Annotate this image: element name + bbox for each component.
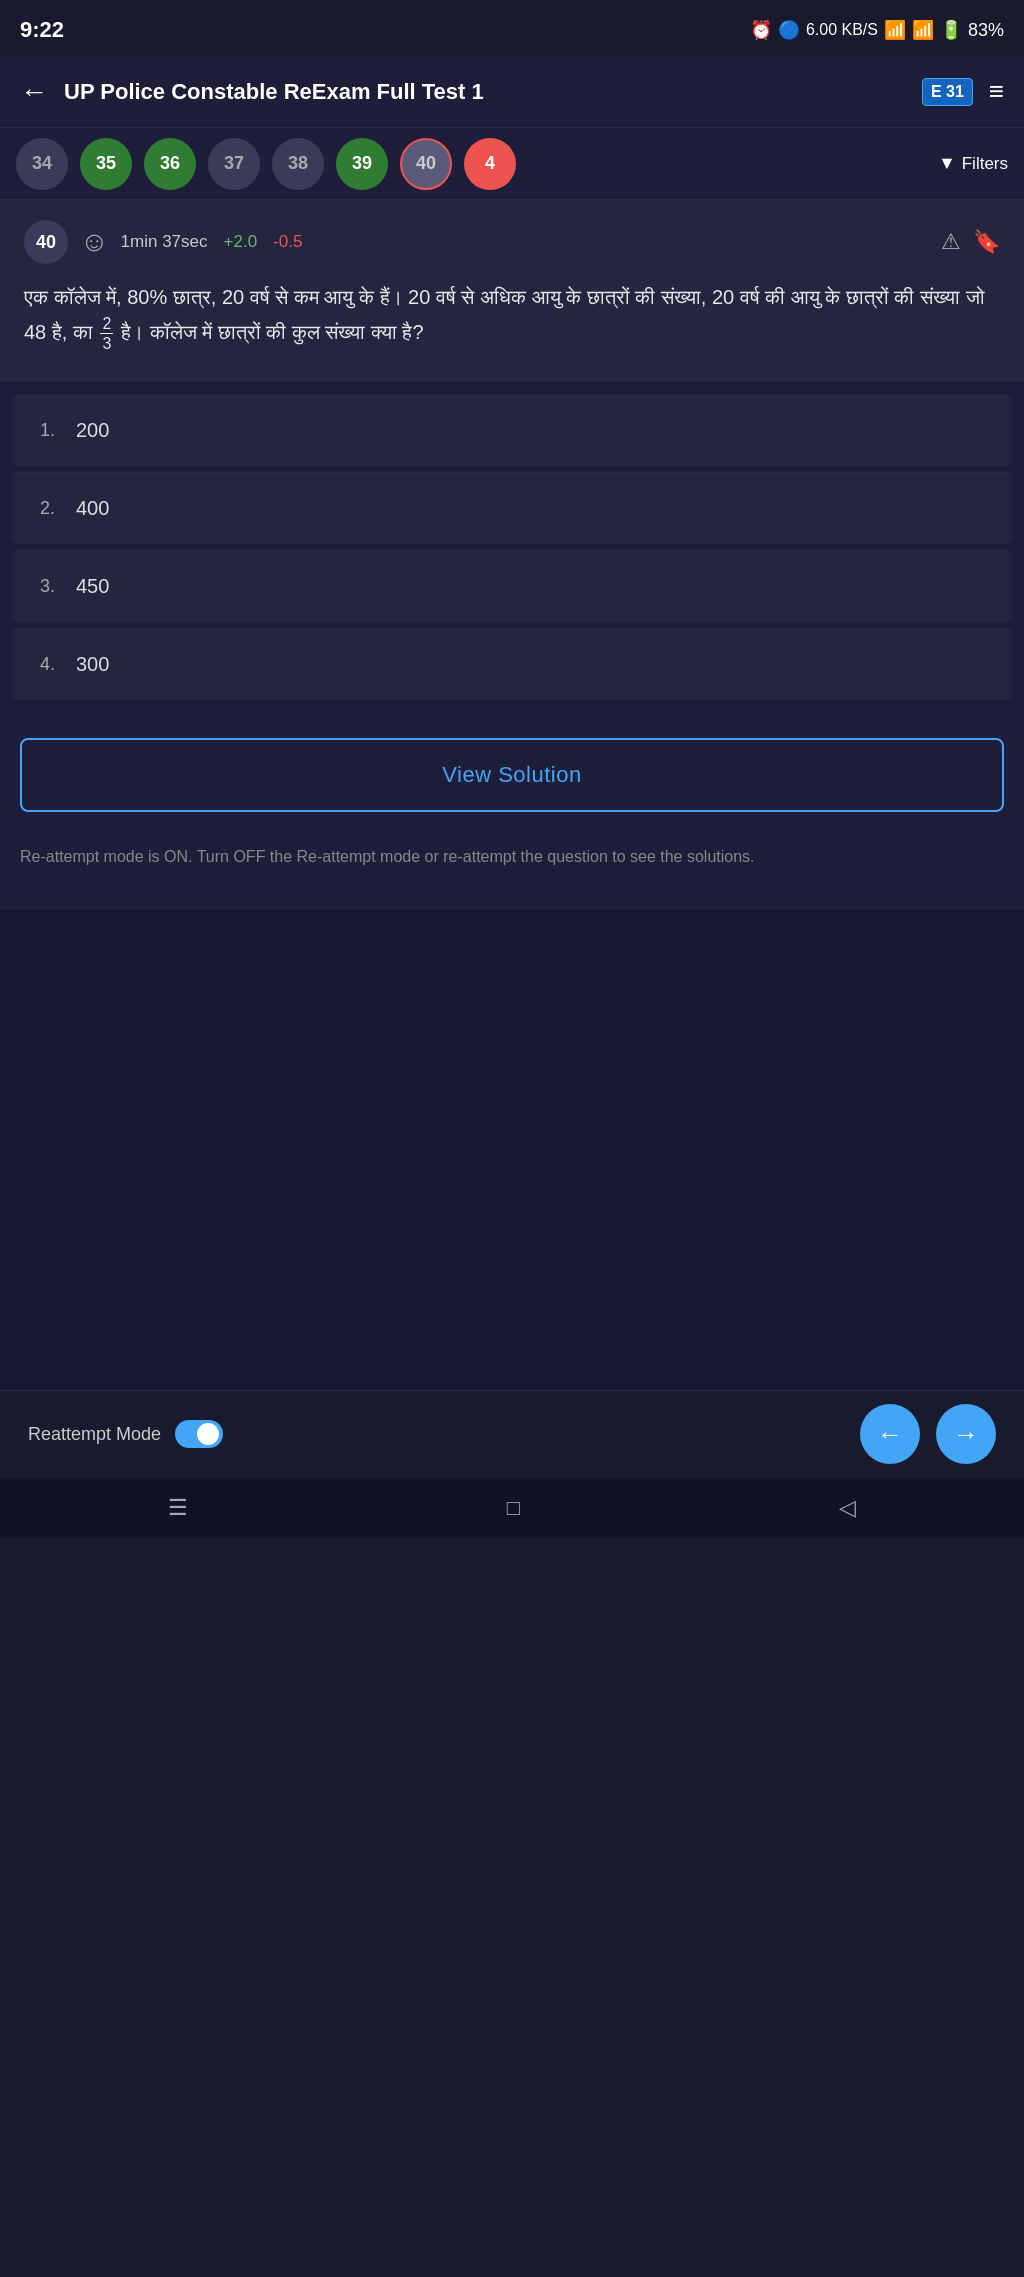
android-nav-bar: ☰ □ ◁ — [0, 1478, 1024, 1538]
face-icon: ☺ — [80, 226, 109, 258]
question-meta: 40 ☺ 1min 37sec +2.0 -0.5 ⚠ 🔖 — [24, 220, 1000, 264]
option-4-value: 300 — [76, 653, 109, 676]
next-button[interactable]: → — [936, 1404, 996, 1464]
option-1-value: 200 — [76, 419, 109, 442]
option-2-num: 2. — [40, 498, 76, 519]
q-bubble-4[interactable]: 4 — [464, 138, 516, 190]
speed-icon: 6.00 KB/S — [806, 21, 878, 39]
status-right: ⏰ 🔵 6.00 KB/S 📶 📶 🔋 83% — [750, 19, 1004, 41]
fraction-denominator: 3 — [100, 334, 113, 353]
wifi-icon: 📶 — [884, 19, 906, 41]
android-back-btn[interactable]: ◁ — [839, 1495, 856, 1521]
android-home-btn[interactable]: □ — [507, 1495, 520, 1521]
view-solution-area: View Solution — [0, 714, 1024, 828]
q-bubble-34[interactable]: 34 — [16, 138, 68, 190]
question-text: एक कॉलेज में, 80% छात्र, 20 वर्ष से कम आ… — [24, 280, 1000, 353]
bluetooth-icon: 🔵 — [778, 19, 800, 41]
back-button[interactable]: ← — [20, 76, 48, 108]
filters-label: Filters — [962, 154, 1008, 174]
fraction-numerator: 2 — [100, 314, 113, 334]
option-4[interactable]: 4. 300 — [12, 628, 1012, 700]
view-solution-button[interactable]: View Solution — [20, 738, 1004, 812]
content-spacer — [0, 910, 1024, 1390]
option-3[interactable]: 3. 450 — [12, 550, 1012, 622]
score-negative: -0.5 — [273, 232, 302, 252]
battery-icon: 🔋 — [940, 19, 962, 41]
question-time: 1min 37sec — [121, 232, 208, 252]
q-bubble-37[interactable]: 37 — [208, 138, 260, 190]
alert-icon[interactable]: ⚠ — [941, 229, 961, 255]
reattempt-toggle[interactable] — [175, 1420, 223, 1448]
options-area: 1. 200 2. 400 3. 450 4. 300 — [0, 381, 1024, 714]
android-menu-btn[interactable]: ☰ — [168, 1495, 188, 1521]
question-number-badge: 40 — [24, 220, 68, 264]
option-3-value: 450 — [76, 575, 109, 598]
header: ← UP Police Constable ReExam Full Test 1… — [0, 56, 1024, 128]
option-1[interactable]: 1. 200 — [12, 395, 1012, 466]
question-text-part2: है। कॉलेज में छात्रों की कुल संख्या क्या… — [121, 321, 424, 343]
menu-icon[interactable]: ≡ — [989, 76, 1004, 107]
bookmark-icon[interactable]: 🔖 — [973, 229, 1000, 255]
signal-icon: 📶 — [912, 19, 934, 41]
prev-button[interactable]: ← — [860, 1404, 920, 1464]
q-bubble-39[interactable]: 39 — [336, 138, 388, 190]
option-1-num: 1. — [40, 420, 76, 441]
option-2[interactable]: 2. 400 — [12, 472, 1012, 544]
filter-icon: ▼ — [938, 153, 956, 174]
filters-button[interactable]: ▼ Filters — [938, 153, 1008, 174]
reattempt-info-text: Re-attempt mode is ON. Turn OFF the Re-a… — [20, 844, 1004, 870]
header-title: UP Police Constable ReExam Full Test 1 — [64, 79, 922, 105]
q-bubble-38[interactable]: 38 — [272, 138, 324, 190]
edu-badge: E 31 — [922, 78, 973, 106]
question-area: 40 ☺ 1min 37sec +2.0 -0.5 ⚠ 🔖 एक कॉलेज म… — [0, 200, 1024, 381]
question-nav: 34 35 36 37 38 39 40 4 ▼ Filters — [0, 128, 1024, 200]
status-time: 9:22 — [20, 17, 64, 43]
bottom-bar: Reattempt Mode ← → — [0, 1390, 1024, 1478]
fraction-display: 2 3 — [100, 314, 113, 353]
header-icons: E 31 ≡ — [922, 76, 1004, 107]
option-2-value: 400 — [76, 497, 109, 520]
reattempt-label: Reattempt Mode — [28, 1424, 161, 1445]
battery-percent: 83% — [968, 20, 1004, 41]
alarm-icon: ⏰ — [750, 19, 772, 41]
q-bubble-36[interactable]: 36 — [144, 138, 196, 190]
score-positive: +2.0 — [224, 232, 258, 252]
info-area: Re-attempt mode is ON. Turn OFF the Re-a… — [0, 828, 1024, 910]
option-4-num: 4. — [40, 654, 76, 675]
q-bubble-40[interactable]: 40 — [400, 138, 452, 190]
q-bubble-35[interactable]: 35 — [80, 138, 132, 190]
option-3-num: 3. — [40, 576, 76, 597]
status-bar: 9:22 ⏰ 🔵 6.00 KB/S 📶 📶 🔋 83% — [0, 0, 1024, 56]
